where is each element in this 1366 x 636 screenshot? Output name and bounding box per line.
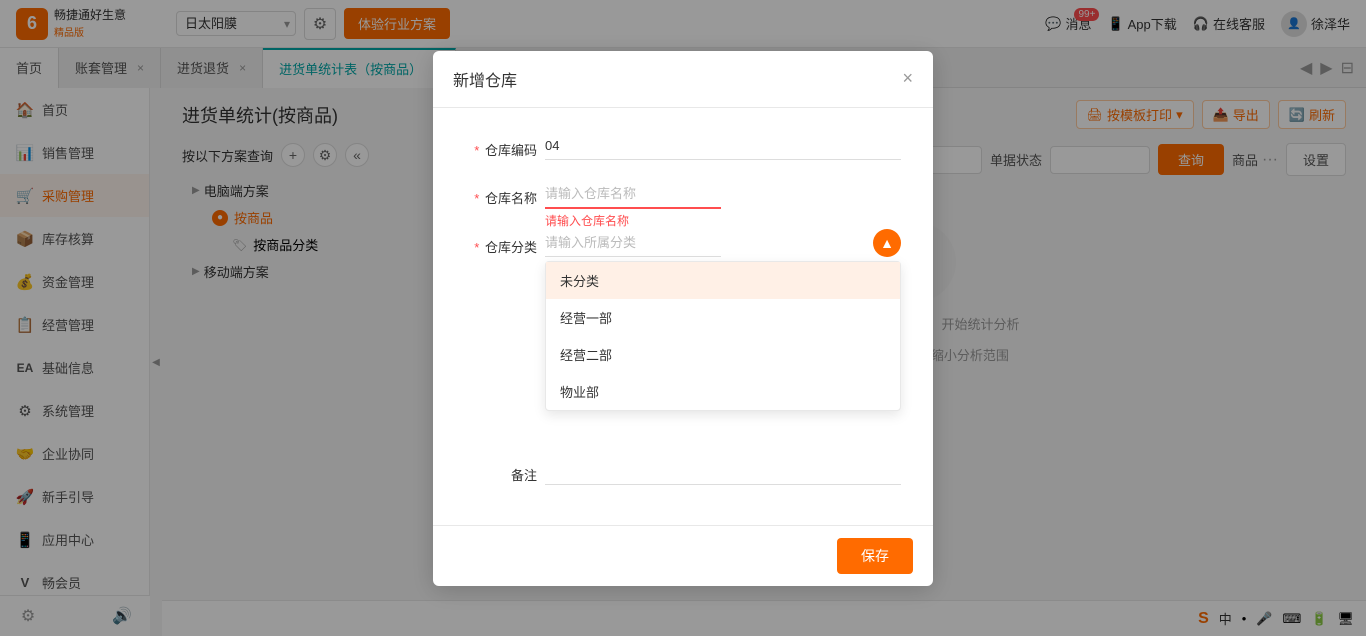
modal-header: 新增仓库 × xyxy=(433,51,933,108)
required-star-name: * xyxy=(474,191,479,206)
required-star-code: * xyxy=(474,143,479,158)
modal-title: 新增仓库 xyxy=(453,67,517,91)
category-input-wrap: ▲ 未分类 经营一部 经营二部 物业部 xyxy=(545,229,901,257)
category-field-row: * 仓库分类 ▲ 未分类 经营一部 经营二部 物业部 xyxy=(465,229,901,257)
modal-body: * 仓库编码 * 仓库名称 请输入仓库名称 * xyxy=(433,108,933,525)
name-field-row: * 仓库名称 请输入仓库名称 xyxy=(465,180,901,209)
modal-footer: 保存 xyxy=(433,525,933,586)
dropdown-item-2[interactable]: 经营二部 xyxy=(546,336,900,373)
required-star-category: * xyxy=(474,240,479,255)
name-input-wrap: 请输入仓库名称 xyxy=(545,180,901,209)
code-input[interactable] xyxy=(545,132,901,160)
name-label: * 仓库名称 xyxy=(465,180,545,207)
category-dropdown-list: 未分类 经营一部 经营二部 物业部 xyxy=(545,261,901,411)
dropdown-item-3[interactable]: 物业部 xyxy=(546,373,900,410)
dropdown-item-1[interactable]: 经营一部 xyxy=(546,299,900,336)
notes-input[interactable] xyxy=(545,457,901,485)
dropdown-item-0[interactable]: 未分类 xyxy=(546,262,900,299)
name-error-msg: 请输入仓库名称 xyxy=(545,212,629,229)
notes-label: 备注 xyxy=(465,457,545,484)
code-label: * 仓库编码 xyxy=(465,132,545,159)
name-input[interactable] xyxy=(545,180,721,209)
warehouse-modal: 新增仓库 × * 仓库编码 * 仓库名称 请输入仓库名称 xyxy=(433,51,933,586)
modal-overlay: 新增仓库 × * 仓库编码 * 仓库名称 请输入仓库名称 xyxy=(0,0,1366,636)
code-field-row: * 仓库编码 xyxy=(465,132,901,160)
category-label: * 仓库分类 xyxy=(465,229,545,256)
notes-field-row: 备注 xyxy=(465,457,901,485)
category-input[interactable] xyxy=(545,229,721,257)
category-dropdown-toggle[interactable]: ▲ xyxy=(873,229,901,257)
modal-close-button[interactable]: × xyxy=(902,68,913,89)
save-button[interactable]: 保存 xyxy=(837,538,913,574)
